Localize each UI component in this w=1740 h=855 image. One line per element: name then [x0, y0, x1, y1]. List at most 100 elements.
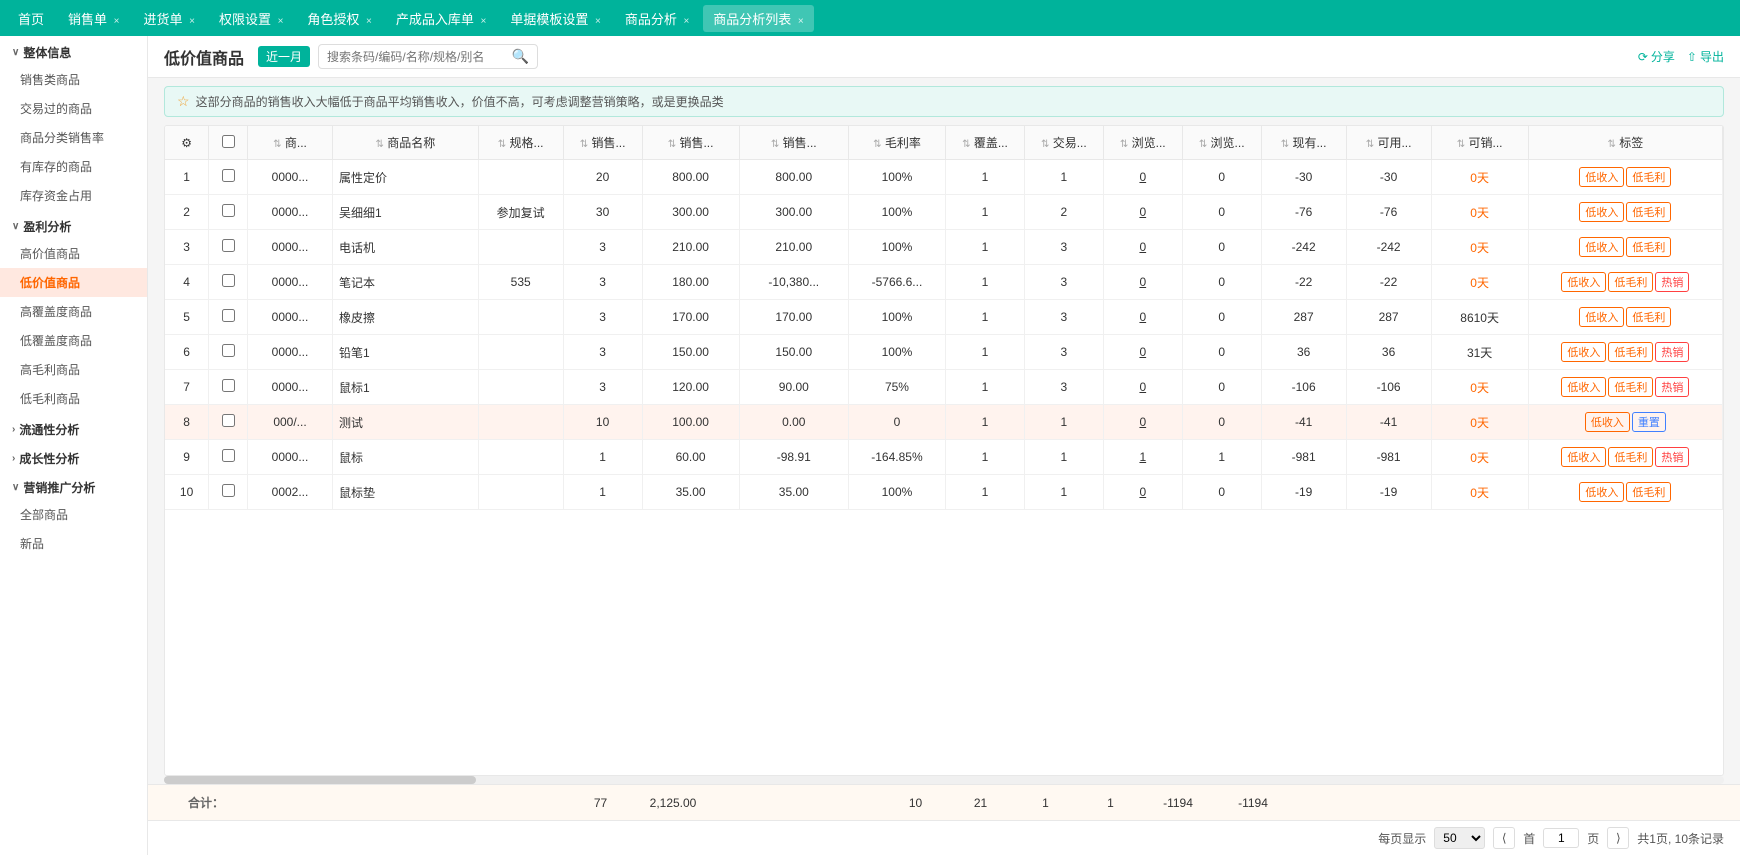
sidebar-item-category-sales-rate[interactable]: 商品分类销售率 — [0, 123, 147, 152]
nav-template[interactable]: 单据模板设置 × — [500, 5, 610, 32]
row-checkbox[interactable] — [222, 309, 235, 322]
col-settings[interactable]: ⚙ — [165, 126, 209, 160]
nav-product-inbound[interactable]: 产成品入库单 × — [386, 5, 496, 32]
col-tags[interactable]: ⇅ 标签 — [1528, 126, 1722, 160]
sidebar-group-growth[interactable]: › 成长性分析 — [0, 442, 147, 471]
row-checkbox[interactable] — [222, 204, 235, 217]
sidebar-item-stocked-products[interactable]: 有库存的商品 — [0, 152, 147, 181]
nav-close-role[interactable]: × — [366, 16, 372, 27]
views-link[interactable]: 0 — [1139, 415, 1146, 429]
col-transaction[interactable]: ⇅ 交易... — [1024, 126, 1103, 160]
share-button[interactable]: ⟳ 分享 — [1638, 48, 1675, 65]
views-link[interactable]: 0 — [1139, 170, 1146, 184]
sidebar-item-high-coverage[interactable]: 高覆盖度商品 — [0, 297, 147, 326]
cell-checkbox[interactable] — [209, 405, 248, 440]
col-sellable-days[interactable]: ⇅ 可销... — [1431, 126, 1528, 160]
col-code[interactable]: ⇅ 商... — [248, 126, 333, 160]
cell-views2: 0 — [1182, 475, 1261, 510]
sidebar-item-all-products[interactable]: 全部商品 — [0, 500, 147, 529]
col-coverage[interactable]: ⇅ 覆盖... — [946, 126, 1025, 160]
row-checkbox[interactable] — [222, 449, 235, 462]
export-button[interactable]: ⇧ 导出 — [1687, 48, 1724, 65]
views-link[interactable]: 1 — [1139, 450, 1146, 464]
views-link[interactable]: 0 — [1139, 205, 1146, 219]
sidebar-item-new-products[interactable]: 新品 — [0, 529, 147, 558]
sidebar-item-low-coverage[interactable]: 低覆盖度商品 — [0, 326, 147, 355]
views-link[interactable]: 0 — [1139, 240, 1146, 254]
row-checkbox[interactable] — [222, 274, 235, 287]
nav-home[interactable]: 首页 — [8, 5, 54, 32]
cell-no: 1 — [165, 160, 209, 195]
nav-close-sales[interactable]: × — [114, 16, 120, 27]
col-views2[interactable]: ⇅ 浏览... — [1182, 126, 1261, 160]
sidebar-item-high-margin[interactable]: 高毛利商品 — [0, 355, 147, 384]
sidebar-group-overall[interactable]: ∨ 整体信息 — [0, 36, 147, 65]
sidebar-item-low-value[interactable]: 低价值商品 — [0, 268, 147, 297]
horizontal-scrollbar[interactable] — [164, 776, 1724, 784]
sidebar-item-traded-products[interactable]: 交易过的商品 — [0, 94, 147, 123]
cell-no: 4 — [165, 265, 209, 300]
nav-permission[interactable]: 权限设置 × — [209, 5, 293, 32]
col-available-stock[interactable]: ⇅ 可用... — [1346, 126, 1431, 160]
row-checkbox[interactable] — [222, 379, 235, 392]
views-link[interactable]: 0 — [1139, 310, 1146, 324]
nav-close-analysis-list[interactable]: × — [798, 16, 804, 27]
col-sales-qty[interactable]: ⇅ 销售... — [563, 126, 642, 160]
row-checkbox[interactable] — [222, 239, 235, 252]
sidebar-item-sales-products[interactable]: 销售类商品 — [0, 65, 147, 94]
sort-icon-transaction: ⇅ — [1041, 139, 1049, 150]
nav-product-analysis[interactable]: 商品分析 × — [615, 5, 699, 32]
cell-checkbox[interactable] — [209, 230, 248, 265]
row-checkbox[interactable] — [222, 414, 235, 427]
next-page-button[interactable]: ⟩ — [1607, 827, 1629, 849]
cell-checkbox[interactable] — [209, 160, 248, 195]
cell-tags: 低收入低毛利 — [1528, 195, 1722, 230]
col-name[interactable]: ⇅ 商品名称 — [333, 126, 479, 160]
nav-role[interactable]: 角色授权 × — [297, 5, 381, 32]
share-label: 分享 — [1651, 48, 1675, 65]
col-gross-margin[interactable]: ⇅ 毛利率 — [848, 126, 945, 160]
views-link[interactable]: 0 — [1139, 345, 1146, 359]
select-all-checkbox[interactable] — [222, 135, 235, 148]
row-checkbox[interactable] — [222, 344, 235, 357]
col-sales-amount[interactable]: ⇅ 销售... — [642, 126, 739, 160]
views-link[interactable]: 0 — [1139, 275, 1146, 289]
cell-checkbox[interactable] — [209, 195, 248, 230]
sidebar-group-circulation[interactable]: › 流通性分析 — [0, 413, 147, 442]
col-spec[interactable]: ⇅ 规格... — [478, 126, 563, 160]
cell-checkbox[interactable] — [209, 265, 248, 300]
nav-product-analysis-list[interactable]: 商品分析列表 × — [703, 5, 813, 32]
per-page-select[interactable]: 50 100 200 — [1434, 827, 1485, 849]
cell-checkbox[interactable] — [209, 440, 248, 475]
date-badge[interactable]: 近一月 — [258, 46, 310, 67]
row-checkbox[interactable] — [222, 484, 235, 497]
page-input[interactable] — [1543, 828, 1579, 848]
search-input[interactable] — [327, 50, 508, 64]
cell-checkbox[interactable] — [209, 300, 248, 335]
row-checkbox[interactable] — [222, 169, 235, 182]
nav-close-analysis[interactable]: × — [683, 16, 689, 27]
sidebar-item-high-value[interactable]: 高价值商品 — [0, 239, 147, 268]
sidebar-item-low-margin[interactable]: 低毛利商品 — [0, 384, 147, 413]
nav-close-purchase[interactable]: × — [189, 16, 195, 27]
views-link[interactable]: 0 — [1139, 485, 1146, 499]
sidebar-group-profit[interactable]: ∨ 盈利分析 — [0, 210, 147, 239]
cell-checkbox[interactable] — [209, 335, 248, 370]
nav-purchase[interactable]: 进货单 × — [133, 5, 204, 32]
scrollbar-thumb[interactable] — [164, 776, 476, 784]
search-icon[interactable]: 🔍 — [512, 48, 529, 65]
col-sales-profit[interactable]: ⇅ 销售... — [739, 126, 848, 160]
nav-close-permission[interactable]: × — [278, 16, 284, 27]
col-current-stock[interactable]: ⇅ 现有... — [1261, 126, 1346, 160]
sidebar-group-marketing[interactable]: ∨ 营销推广分析 — [0, 471, 147, 500]
cell-checkbox[interactable] — [209, 370, 248, 405]
search-box[interactable]: 🔍 — [318, 44, 538, 69]
views-link[interactable]: 0 — [1139, 380, 1146, 394]
nav-close-product-inbound[interactable]: × — [481, 16, 487, 27]
sidebar-item-stock-capital[interactable]: 库存资金占用 — [0, 181, 147, 210]
nav-sales[interactable]: 销售单 × — [58, 5, 129, 32]
first-page-button[interactable]: ⟨ — [1493, 827, 1515, 849]
col-views1[interactable]: ⇅ 浏览... — [1103, 126, 1182, 160]
nav-close-template[interactable]: × — [595, 16, 601, 27]
cell-checkbox[interactable] — [209, 475, 248, 510]
